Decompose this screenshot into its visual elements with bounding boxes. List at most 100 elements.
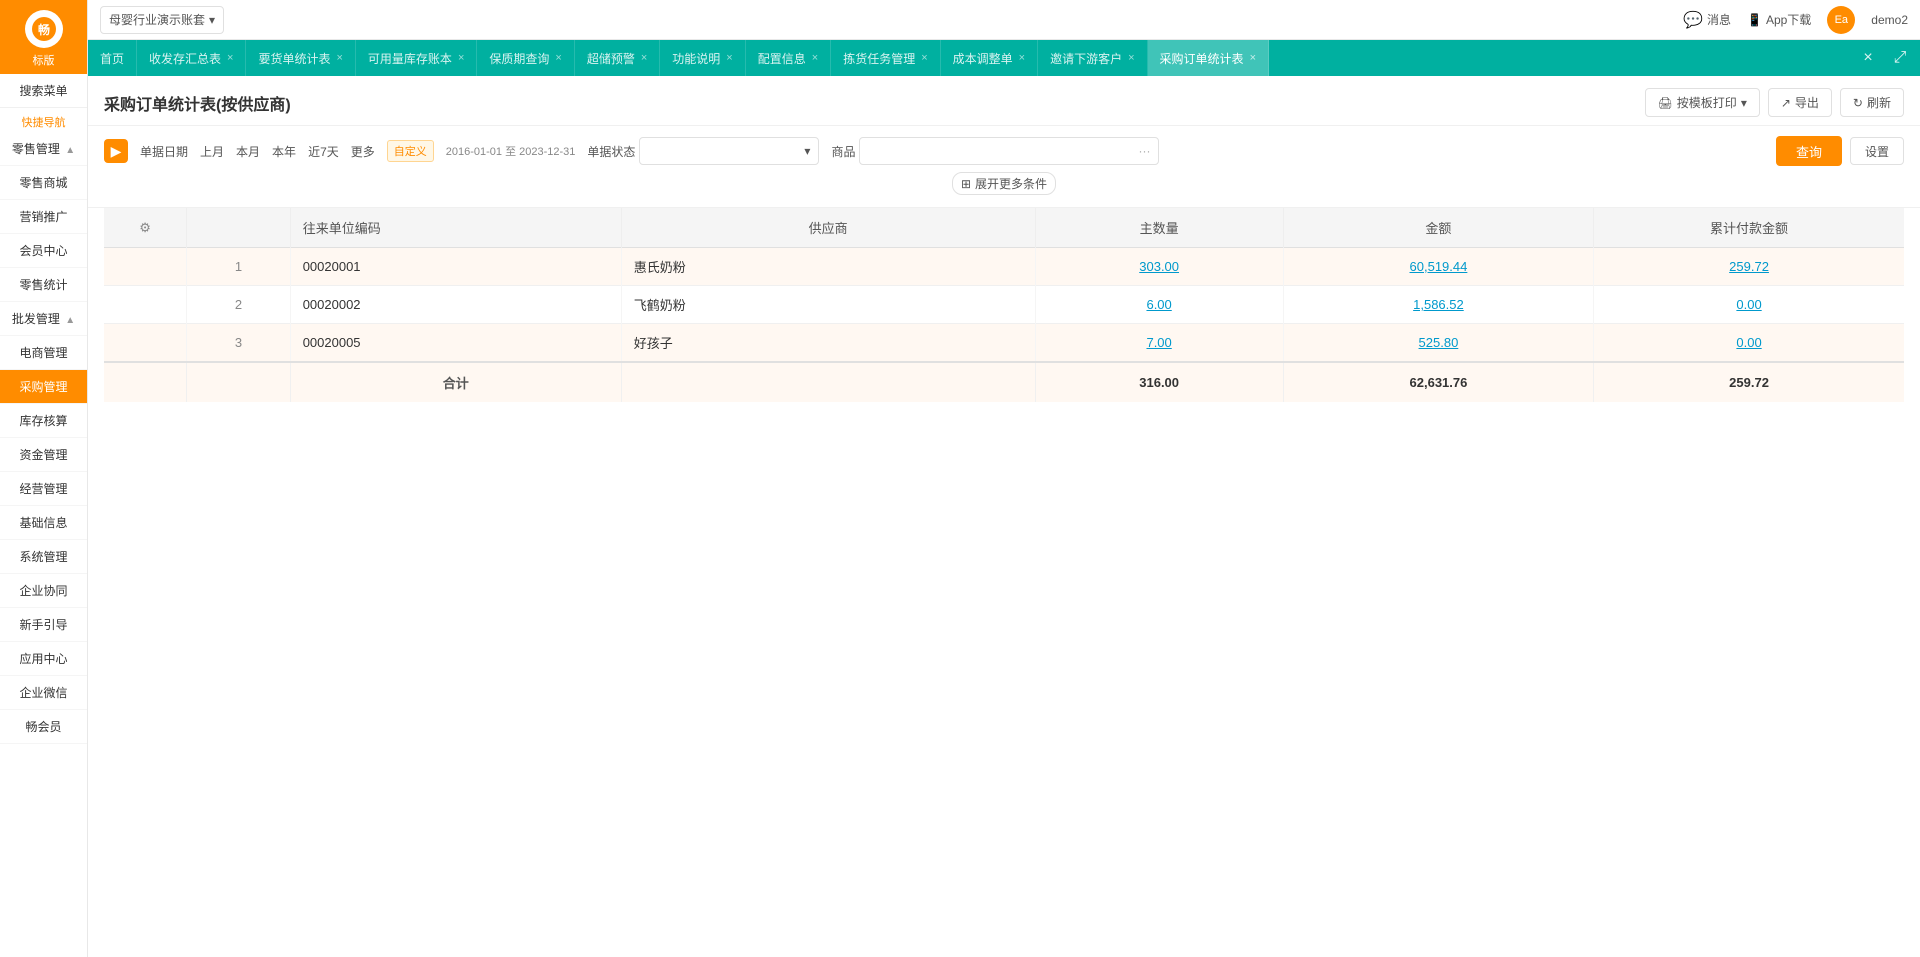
tab-home[interactable]: 首页 <box>88 40 137 76</box>
shortcut-more[interactable]: 更多 <box>347 141 379 162</box>
date-label: 单据日期 <box>140 143 188 160</box>
sidebar: 畅 标版 搜索菜单 快捷导航 零售管理 ▲ 零售商城 营销推广 会员中心 零售统… <box>0 0 88 957</box>
sidebar-item-new-guide[interactable]: 新手引导 <box>0 608 87 642</box>
row-qty[interactable]: 303.00 <box>1035 248 1283 286</box>
tab-available-stock-close[interactable]: × <box>458 53 464 64</box>
row-supplier[interactable]: 好孩子 <box>621 324 1035 363</box>
tab-purchase-order-stats-close[interactable]: × <box>1250 53 1256 64</box>
tab-config-info-close[interactable]: × <box>812 53 818 64</box>
btn-refresh[interactable]: ↻ 刷新 <box>1840 88 1904 117</box>
btn-filter-settings[interactable]: 设置 <box>1850 137 1904 165</box>
sidebar-item-base-info[interactable]: 基础信息 <box>0 506 87 540</box>
row-qty[interactable]: 6.00 <box>1035 286 1283 324</box>
row-check[interactable] <box>104 248 187 286</box>
sidebar-item-member-center[interactable]: 会员中心 <box>0 234 87 268</box>
tab-receive-send[interactable]: 收发存汇总表 × <box>137 40 246 76</box>
tab-goods-stats-close[interactable]: × <box>336 53 342 64</box>
template-dropdown-icon: ▾ <box>1741 96 1747 110</box>
store-name: 母婴行业演示账套 <box>109 11 205 28</box>
table-row[interactable]: 3 00020005 好孩子 7.00 525.80 0.00 <box>104 324 1904 363</box>
btn-template-print[interactable]: 🖨 按模板打印 ▾ <box>1645 88 1760 117</box>
tab-pick-task-label: 拣货任务管理 <box>843 50 915 67</box>
table-row[interactable]: 2 00020002 飞鹤奶粉 6.00 1,586.52 0.00 <box>104 286 1904 324</box>
tab-expiry-query[interactable]: 保质期查询 × <box>477 40 574 76</box>
tab-pick-task[interactable]: 拣货任务管理 × <box>831 40 940 76</box>
sidebar-item-retail-mgmt[interactable]: 零售管理 ▲ <box>0 132 87 166</box>
row-paid[interactable]: 0.00 <box>1594 324 1904 363</box>
shortcut-this-month[interactable]: 本月 <box>232 141 264 162</box>
filter-toggle[interactable]: ▶ <box>104 139 128 163</box>
sidebar-item-purchase-mgmt[interactable]: 采购管理 <box>0 370 87 404</box>
tab-cost-adjust[interactable]: 成本调整单 × <box>941 40 1038 76</box>
tab-invite-downstream-close[interactable]: × <box>1128 53 1134 64</box>
shortcut-7days[interactable]: 近7天 <box>304 141 343 162</box>
sidebar-item-finance[interactable]: 资金管理 <box>0 438 87 472</box>
goods-input[interactable]: ··· <box>859 137 1159 165</box>
tab-available-stock[interactable]: 可用量库存账本 × <box>356 40 477 76</box>
tab-cost-adjust-close[interactable]: × <box>1019 53 1025 64</box>
row-code[interactable]: 00020005 <box>290 324 621 363</box>
nav-maximize-btn[interactable]: ⤢ <box>1888 46 1912 70</box>
page-title: 采购订单统计表(按供应商) <box>104 91 291 115</box>
shortcut-this-year[interactable]: 本年 <box>268 141 300 162</box>
table-row[interactable]: 1 00020001 惠氏奶粉 303.00 60,519.44 259.72 <box>104 248 1904 286</box>
settings-icon[interactable]: ⚙ <box>139 220 151 235</box>
sidebar-item-inventory[interactable]: 库存核算 <box>0 404 87 438</box>
tab-config-info[interactable]: 配置信息 × <box>746 40 831 76</box>
tab-expiry-query-close[interactable]: × <box>555 53 561 64</box>
expand-more-btn[interactable]: ⊞ 展开更多条件 <box>952 172 1056 195</box>
row-check[interactable] <box>104 286 187 324</box>
custom-date-tag[interactable]: 自定义 <box>387 140 434 162</box>
row-amount[interactable]: 60,519.44 <box>1283 248 1593 286</box>
row-check[interactable] <box>104 324 187 363</box>
tab-goods-stats[interactable]: 要货单统计表 × <box>246 40 355 76</box>
row-amount[interactable]: 1,586.52 <box>1283 286 1593 324</box>
row-code[interactable]: 00020001 <box>290 248 621 286</box>
sidebar-item-app-center[interactable]: 应用中心 <box>0 642 87 676</box>
btn-export[interactable]: ↗ 导出 <box>1768 88 1832 117</box>
row-paid[interactable]: 0.00 <box>1594 286 1904 324</box>
sidebar-item-enterprise[interactable]: 企业协同 <box>0 574 87 608</box>
user-avatar[interactable]: Ea <box>1827 6 1855 34</box>
btn-query[interactable]: 查询 <box>1776 136 1842 166</box>
sidebar-item-ecommerce[interactable]: 电商管理 <box>0 336 87 370</box>
tab-purchase-order-stats[interactable]: 采购订单统计表 × <box>1148 40 1269 76</box>
store-selector[interactable]: 母婴行业演示账套 ▾ <box>100 6 224 34</box>
sidebar-item-retail-stats[interactable]: 零售统计 <box>0 268 87 302</box>
footer-empty-3 <box>621 362 1035 402</box>
tab-pick-task-close[interactable]: × <box>921 53 927 64</box>
sidebar-nav-label[interactable]: 快捷导航 <box>0 108 87 132</box>
tab-invite-downstream-label: 邀请下游客户 <box>1050 50 1122 67</box>
col-settings[interactable]: ⚙ <box>104 208 187 248</box>
sidebar-item-system-mgmt[interactable]: 系统管理 <box>0 540 87 574</box>
tab-invite-downstream[interactable]: 邀请下游客户 × <box>1038 40 1147 76</box>
nav-close-all-btn[interactable]: × <box>1856 46 1880 70</box>
row-code[interactable]: 00020002 <box>290 286 621 324</box>
sidebar-item-enterprise-wx[interactable]: 企业微信 <box>0 676 87 710</box>
sidebar-search[interactable]: 搜索菜单 <box>0 74 87 108</box>
sidebar-logo[interactable]: 畅 标版 <box>0 0 87 74</box>
app-download-action[interactable]: 📱 App下载 <box>1747 11 1811 28</box>
sidebar-item-wholesale-mgmt[interactable]: 批发管理 ▲ <box>0 302 87 336</box>
tab-overstock-warning[interactable]: 超储预警 × <box>575 40 660 76</box>
tab-overstock-warning-close[interactable]: × <box>641 53 647 64</box>
tab-func-explain-label: 功能说明 <box>672 50 720 67</box>
row-supplier[interactable]: 惠氏奶粉 <box>621 248 1035 286</box>
row-amount[interactable]: 525.80 <box>1283 324 1593 363</box>
message-action[interactable]: 💬 消息 <box>1683 10 1731 30</box>
row-supplier[interactable]: 飞鹤奶粉 <box>621 286 1035 324</box>
tab-func-explain-close[interactable]: × <box>726 53 732 64</box>
sidebar-item-vip-member[interactable]: 畅会员 <box>0 710 87 744</box>
sidebar-item-operations[interactable]: 经营管理 <box>0 472 87 506</box>
tab-receive-send-close[interactable]: × <box>227 53 233 64</box>
sidebar-item-retail-store[interactable]: 零售商城 <box>0 166 87 200</box>
status-select[interactable]: ▾ <box>639 137 819 165</box>
page-card: 采购订单统计表(按供应商) 🖨 按模板打印 ▾ ↗ 导出 ↻ 刷新 <box>88 76 1920 957</box>
shortcut-last-month[interactable]: 上月 <box>196 141 228 162</box>
tab-func-explain[interactable]: 功能说明 × <box>660 40 745 76</box>
row-paid[interactable]: 259.72 <box>1594 248 1904 286</box>
logo-label: 标版 <box>33 52 55 68</box>
user-name-display[interactable]: demo2 <box>1871 13 1908 27</box>
row-qty[interactable]: 7.00 <box>1035 324 1283 363</box>
sidebar-item-marketing[interactable]: 营销推广 <box>0 200 87 234</box>
